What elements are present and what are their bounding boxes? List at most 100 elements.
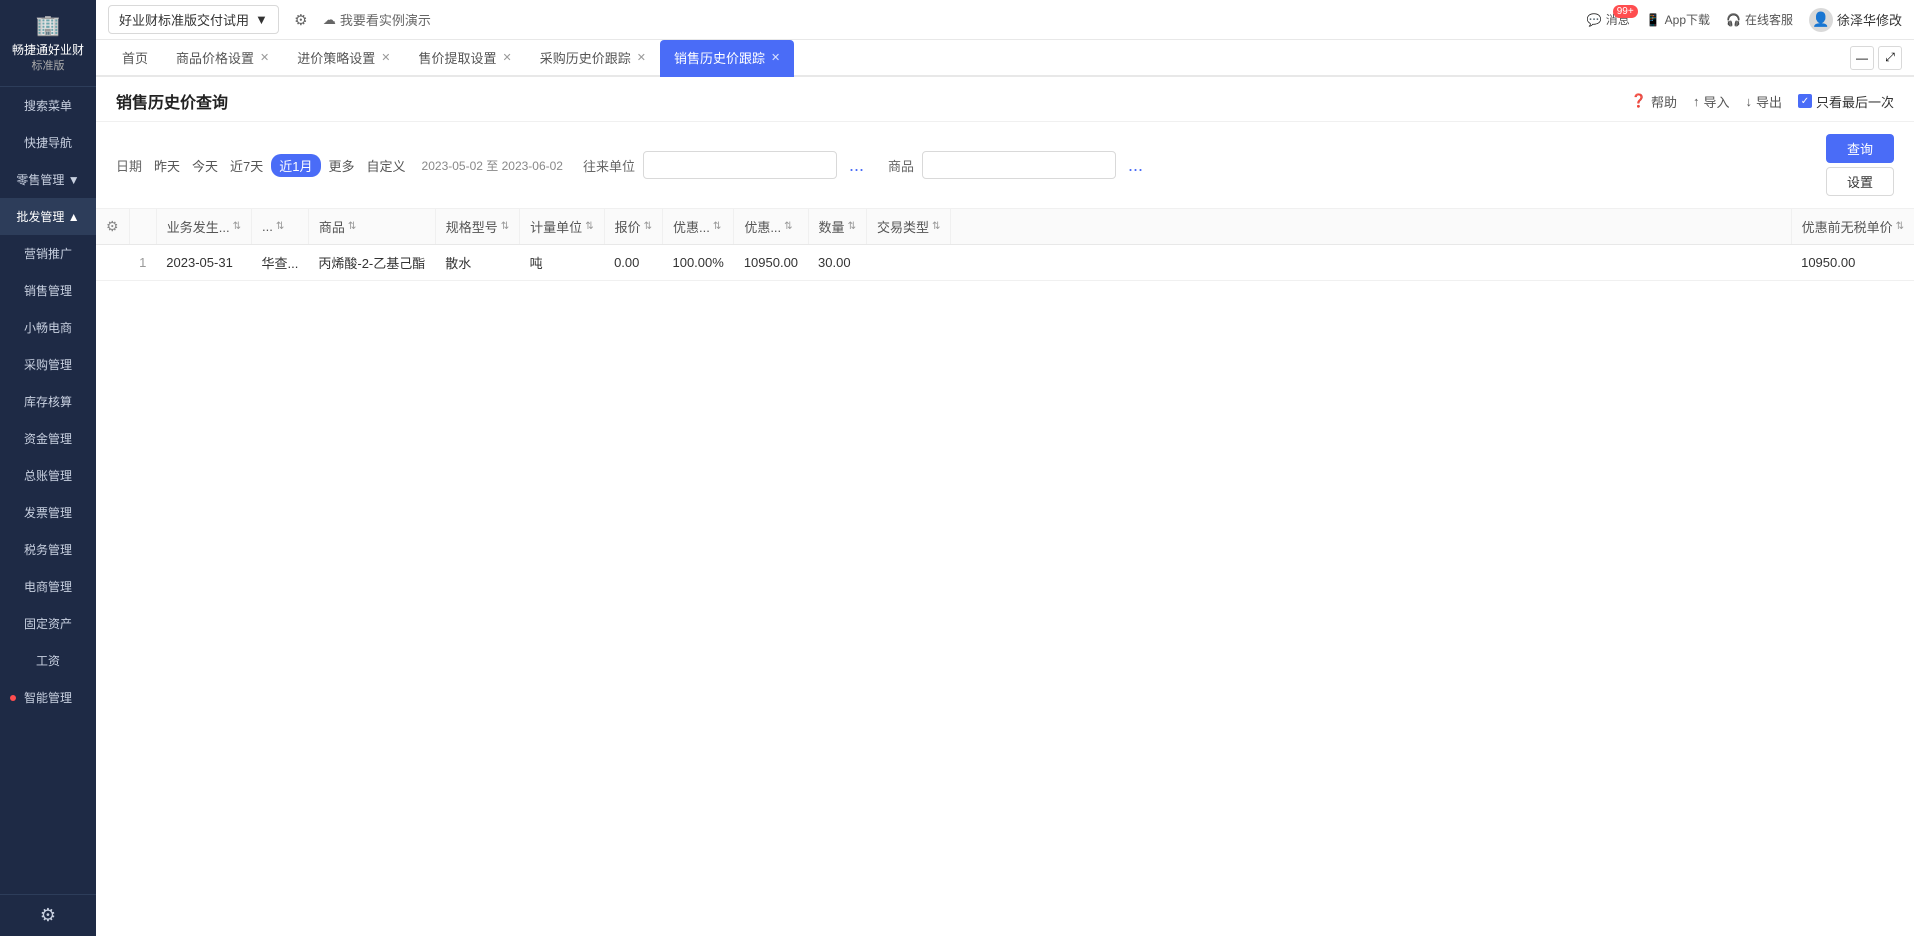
tab-price[interactable]: 商品价格设置 ✕ [162, 40, 283, 77]
app-selector[interactable]: 好业财标准版交付试用 ▼ [108, 5, 279, 34]
help-button[interactable]: ❓ 帮助 [1631, 92, 1677, 111]
tab-sale-extract-label: 售价提取设置 [418, 48, 496, 67]
sort-icon: ⇅ [585, 221, 593, 232]
tab-purchase-strategy-close[interactable]: ✕ [381, 51, 390, 64]
date-opt-last1m[interactable]: 近1月 [271, 154, 320, 177]
row-price: 0.00 [604, 245, 662, 281]
sidebar-item-smart[interactable]: 智能管理 [0, 679, 96, 716]
export-button[interactable]: ↓ 导出 [1745, 92, 1782, 111]
th-gear[interactable]: ⚙ [96, 209, 129, 245]
user-menu[interactable]: 👤 徐泽华修改 [1809, 8, 1902, 32]
sidebar-item-marketing[interactable]: 营销推广 [0, 235, 96, 272]
date-opt-last7[interactable]: 近7天 [226, 154, 267, 177]
tab-purchase-history-label: 采购历史价跟踪 [540, 48, 631, 67]
th-discount-amt-label: 优惠... [744, 217, 781, 236]
panel-maximize-button[interactable]: ⤢ [1878, 46, 1902, 70]
date-filter-group: 日期 昨天 今天 近7天 近1月 更多 自定义 2023-05-02 至 202… [116, 154, 563, 177]
message-icon: 💬 [1587, 13, 1602, 27]
sidebar-item-search[interactable]: 搜索菜单 [0, 87, 96, 124]
only-last-checkbox[interactable]: ✓ 只看最后一次 [1798, 92, 1894, 111]
table-container: ⚙ 业务发生... ⇅ ... ⇅ [96, 209, 1914, 936]
sort-icon: ⇅ [784, 221, 792, 232]
th-discount-pct[interactable]: 优惠... ⇅ [662, 209, 733, 245]
import-button[interactable]: ↑ 导入 [1693, 92, 1730, 111]
th-qty[interactable]: 数量 ⇅ [808, 209, 866, 245]
app-selector-label: 好业财标准版交付试用 [119, 10, 249, 29]
th-discount-amt[interactable]: 优惠... ⇅ [734, 209, 808, 245]
sidebar-item-assets[interactable]: 固定资产 [0, 605, 96, 642]
th-more[interactable]: ... ⇅ [252, 209, 309, 245]
sidebar-item-tax[interactable]: 税务管理 [0, 531, 96, 568]
date-opt-today[interactable]: 今天 [188, 154, 222, 177]
message-button[interactable]: 💬 消息 99+ [1587, 11, 1630, 28]
th-spec-label: 规格型号 [446, 217, 498, 236]
sidebar-item-quicknav[interactable]: 快捷导航 [0, 124, 96, 161]
tab-sale-extract[interactable]: 售价提取设置 ✕ [404, 40, 525, 77]
sidebar-item-salary[interactable]: 工资 [0, 642, 96, 679]
sidebar-item-label: 电商管理 [24, 580, 72, 594]
sort-icon: ⇅ [501, 221, 509, 232]
th-date[interactable]: 业务发生... ⇅ [156, 209, 251, 245]
th-trade-type[interactable]: 交易类型 ⇅ [866, 209, 950, 245]
sidebar-item-purchase[interactable]: 采购管理 [0, 346, 96, 383]
sort-icon: ⇅ [713, 221, 721, 232]
sidebar-item-label: 资金管理 [24, 432, 72, 446]
sidebar-settings-button[interactable]: ⚙ [0, 894, 96, 936]
sidebar-item-retail[interactable]: 零售管理 ▼ [0, 161, 96, 198]
tab-purchase-history[interactable]: 采购历史价跟踪 ✕ [526, 40, 660, 77]
product-filter-input[interactable] [922, 151, 1116, 179]
row-trade-type [866, 245, 950, 281]
sidebar-item-label: 工资 [36, 654, 60, 668]
tab-purchase-history-close[interactable]: ✕ [637, 51, 646, 64]
sidebar-logo: 🏢 畅捷通好业财 标准版 [0, 0, 96, 87]
tab-home[interactable]: 首页 [108, 40, 162, 77]
topbar-settings-button[interactable]: ⚙ [287, 6, 315, 34]
sidebar-item-xiaochang[interactable]: 小畅电商 [0, 309, 96, 346]
online-service-label: 在线客服 [1745, 11, 1793, 28]
online-service-button[interactable]: 🎧 在线客服 [1726, 11, 1793, 28]
sidebar-item-invoice[interactable]: 发票管理 [0, 494, 96, 531]
th-price[interactable]: 报价 ⇅ [604, 209, 662, 245]
th-qty-label: 数量 [819, 217, 845, 236]
tab-home-label: 首页 [122, 48, 148, 67]
customer-more-button[interactable]: ... [845, 155, 868, 176]
tab-sale-extract-close[interactable]: ✕ [503, 51, 512, 64]
topbar: 好业财标准版交付试用 ▼ ⚙ ☁ 我要看实例演示 💬 消息 99+ 📱 App下… [96, 0, 1914, 40]
sidebar-item-label: 发票管理 [24, 506, 72, 520]
settings-button[interactable]: 设置 [1826, 167, 1894, 196]
sidebar-item-ledger[interactable]: 总账管理 [0, 457, 96, 494]
logo-icon: 🏢 [8, 12, 88, 40]
sidebar-item-sales[interactable]: 销售管理 [0, 272, 96, 309]
sidebar-item-capital[interactable]: 资金管理 [0, 420, 96, 457]
tab-sale-history[interactable]: 销售历史价跟踪 ✕ [660, 40, 794, 77]
sidebar-item-ecommerce[interactable]: 电商管理 [0, 568, 96, 605]
filter-action-buttons: 查询 设置 [1826, 134, 1894, 196]
th-tax-price[interactable]: 优惠前无税单价 ⇅ [1791, 209, 1914, 245]
app-download-button[interactable]: 📱 App下载 [1646, 11, 1710, 28]
th-unit[interactable]: 计量单位 ⇅ [520, 209, 604, 245]
panel-minimize-button[interactable]: — [1850, 46, 1874, 70]
date-options: 昨天 今天 近7天 近1月 更多 自定义 [150, 154, 410, 177]
date-filter-label: 日期 [116, 156, 142, 175]
th-product[interactable]: 商品 ⇅ [308, 209, 435, 245]
tab-purchase-strategy[interactable]: 进价策略设置 ✕ [283, 40, 404, 77]
query-button[interactable]: 查询 [1826, 134, 1894, 163]
sidebar-item-label: 营销推广 [24, 247, 72, 261]
th-spec[interactable]: 规格型号 ⇅ [435, 209, 519, 245]
date-opt-custom[interactable]: 自定义 [363, 154, 410, 177]
tab-price-close[interactable]: ✕ [260, 51, 269, 64]
demo-link[interactable]: ☁ 我要看实例演示 [323, 10, 431, 29]
message-badge: 99+ [1613, 5, 1638, 18]
logo-sub: 标准版 [8, 59, 88, 74]
customer-filter-input[interactable] [643, 151, 837, 179]
tabbar: 首页 商品价格设置 ✕ 进价策略设置 ✕ 售价提取设置 ✕ 采购历史价跟踪 ✕ … [96, 40, 1914, 77]
tab-sale-history-close[interactable]: ✕ [771, 51, 780, 64]
sort-icon: ⇅ [276, 221, 284, 232]
row-product: 丙烯酸-2-乙基己酯 [308, 245, 435, 281]
date-opt-more[interactable]: 更多 [325, 154, 359, 177]
date-opt-yesterday[interactable]: 昨天 [150, 154, 184, 177]
sidebar-item-inventory[interactable]: 库存核算 [0, 383, 96, 420]
sidebar-item-wholesale[interactable]: 批发管理 ▲ [0, 198, 96, 235]
product-more-button[interactable]: ... [1124, 155, 1147, 176]
row-spacer [951, 245, 1791, 281]
